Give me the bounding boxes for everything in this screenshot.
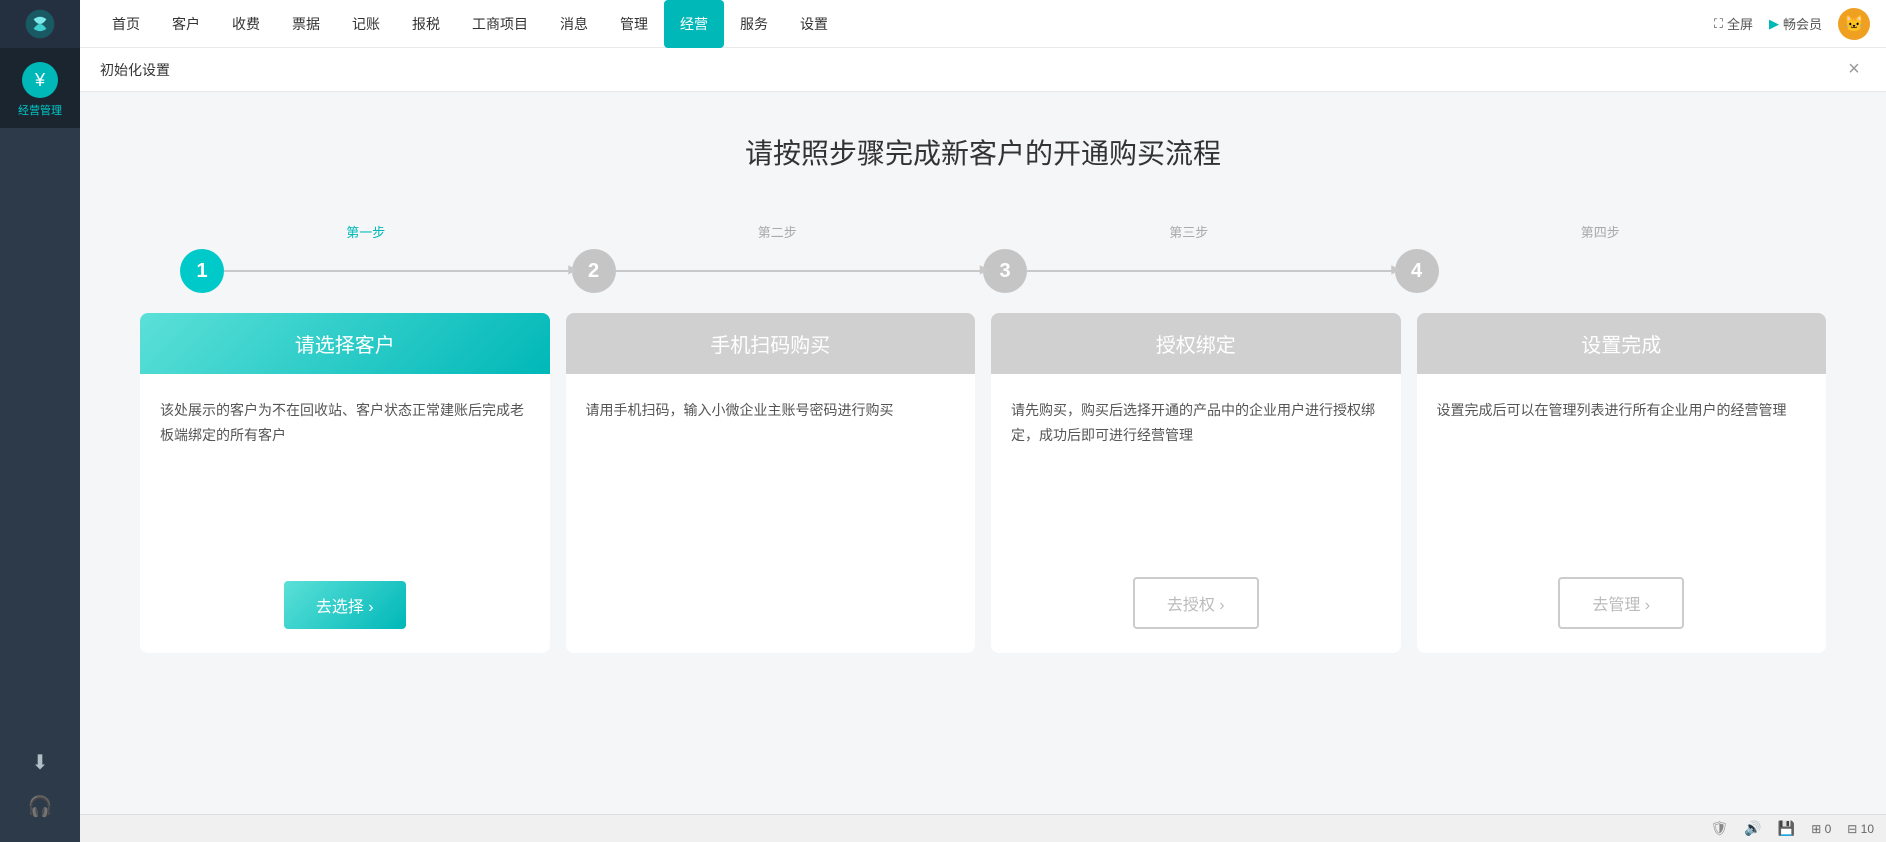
card-1: 请选择客户 该处展示的客户为不在回收站、客户状态正常建账后完成老板端绑定的所有客…	[140, 313, 550, 653]
step-2-bubble: 2	[572, 249, 616, 293]
save-icon: 💾	[1778, 820, 1795, 837]
fullscreen-btn[interactable]: ⛶ 全屏	[1714, 14, 1753, 33]
card-2: 手机扫码购买 请用手机扫码，输入小微企业主账号密码进行购买	[566, 313, 976, 653]
step-1-connector	[224, 270, 572, 272]
headset-icon[interactable]: 🎧	[12, 786, 68, 826]
steps-section: 第一步 1 第二步 2 第三步 3	[140, 222, 1826, 293]
step-2-connector	[616, 270, 984, 272]
card-1-header: 请选择客户	[140, 313, 550, 374]
card-3: 授权绑定 请先购买，购买后选择开通的产品中的企业用户进行授权绑定，成功后即可进行…	[991, 313, 1401, 653]
step-4: 第四步 4	[1395, 222, 1807, 293]
management-icon: ¥	[22, 62, 58, 98]
page-content: 请按照步骤完成新客户的开通购买流程 第一步 1 第二步 2	[80, 92, 1886, 693]
card-4-header: 设置完成	[1417, 313, 1827, 374]
breadcrumb-title: 初始化设置	[100, 60, 170, 80]
card-3-body: 请先购买，购买后选择开通的产品中的企业用户进行授权绑定，成功后即可进行经营管理	[991, 374, 1401, 561]
nav-manage[interactable]: 管理	[604, 0, 664, 48]
card-4-footer: 去管理 ›	[1417, 561, 1827, 653]
card-2-header: 手机扫码购买	[566, 313, 976, 374]
nav-settings[interactable]: 设置	[784, 0, 844, 48]
download-icon[interactable]: ⬇	[12, 742, 68, 782]
fullscreen-icon: ⛶	[1714, 16, 1723, 32]
card-4: 设置完成 设置完成后可以在管理列表进行所有企业用户的经营管理 去管理 ›	[1417, 313, 1827, 653]
card-4-body: 设置完成后可以在管理列表进行所有企业用户的经营管理	[1417, 374, 1827, 561]
sidebar-bottom: ⬇ 🎧	[0, 742, 80, 842]
card-1-body: 该处展示的客户为不在回收站、客户状态正常建账后完成老板端绑定的所有客户	[140, 374, 550, 565]
vip-btn[interactable]: ▶ 畅会员	[1769, 14, 1822, 33]
status-bar: ▶ 完成 🛡 🔊 💾 ⊞ 0 ⊟ 10	[0, 814, 1886, 842]
step-4-bubble: 4	[1395, 249, 1439, 293]
nav-right-group: ⛶ 全屏 ▶ 畅会员 🐱	[1714, 8, 1870, 40]
goto-manage-button[interactable]: 去管理 ›	[1558, 577, 1684, 629]
card-2-footer	[566, 613, 976, 653]
sidebar-item-management[interactable]: ¥ 经营管理	[0, 48, 80, 128]
nav-accounting[interactable]: 记账	[336, 0, 396, 48]
nav-home[interactable]: 首页	[96, 0, 156, 48]
step-1-bubble: 1	[180, 249, 224, 293]
goto-select-button[interactable]: 去选择 ›	[284, 581, 406, 629]
step-3-connector	[1027, 270, 1395, 272]
minus-icon: ⊟ 10	[1847, 822, 1874, 836]
user-avatar[interactable]: 🐱	[1838, 8, 1870, 40]
sidebar-logo	[0, 0, 80, 48]
top-nav: 首页 客户 收费 票据 记账 报税 工商项目 消息 管理 经营 服务 设置 ⛶ …	[80, 0, 1886, 48]
page-heading: 请按照步骤完成新客户的开通购买流程	[140, 132, 1826, 172]
grid-icon: ⊞ 0	[1811, 822, 1831, 836]
card-2-body: 请用手机扫码，输入小微企业主账号密码进行购买	[566, 374, 976, 613]
card-3-header: 授权绑定	[991, 313, 1401, 374]
nav-message[interactable]: 消息	[544, 0, 604, 48]
step-2-label: 第二步	[758, 222, 797, 241]
play-icon: ▶	[1769, 16, 1779, 32]
step-3-label: 第三步	[1169, 222, 1208, 241]
nav-service[interactable]: 服务	[724, 0, 784, 48]
step-1: 第一步 1	[160, 222, 572, 293]
step-1-line: 1	[160, 249, 572, 293]
step-2-line: 2	[572, 249, 984, 293]
step-4-line: 4	[1395, 249, 1807, 293]
shield-icon: 🛡	[1711, 820, 1729, 837]
nav-business[interactable]: 工商项目	[456, 0, 544, 48]
nav-tax[interactable]: 报税	[396, 0, 456, 48]
breadcrumb: 初始化设置 ×	[80, 48, 1886, 92]
step-3: 第三步 3	[983, 222, 1395, 293]
sidebar: ¥ 经营管理 ⬇ 🎧	[0, 0, 80, 842]
volume-icon: 🔊	[1744, 820, 1761, 837]
step-1-label: 第一步	[346, 222, 385, 241]
main-area: 初始化设置 × 请按照步骤完成新客户的开通购买流程 第一步 1 第二步 2	[80, 48, 1886, 814]
status-bar-right: 🛡 🔊 💾 ⊞ 0 ⊟ 10	[1711, 820, 1874, 837]
nav-customer[interactable]: 客户	[156, 0, 216, 48]
nav-invoice[interactable]: 票据	[276, 0, 336, 48]
nav-billing[interactable]: 收费	[216, 0, 276, 48]
cards-row: 请选择客户 该处展示的客户为不在回收站、客户状态正常建账后完成老板端绑定的所有客…	[140, 313, 1826, 653]
card-3-footer: 去授权 ›	[991, 561, 1401, 653]
card-1-footer: 去选择 ›	[140, 565, 550, 653]
step-2: 第二步 2	[572, 222, 984, 293]
close-button[interactable]: ×	[1842, 58, 1866, 82]
step-4-label: 第四步	[1581, 222, 1620, 241]
goto-auth-button[interactable]: 去授权 ›	[1133, 577, 1259, 629]
nav-operation[interactable]: 经营	[664, 0, 724, 48]
step-3-line: 3	[983, 249, 1395, 293]
step-3-bubble: 3	[983, 249, 1027, 293]
